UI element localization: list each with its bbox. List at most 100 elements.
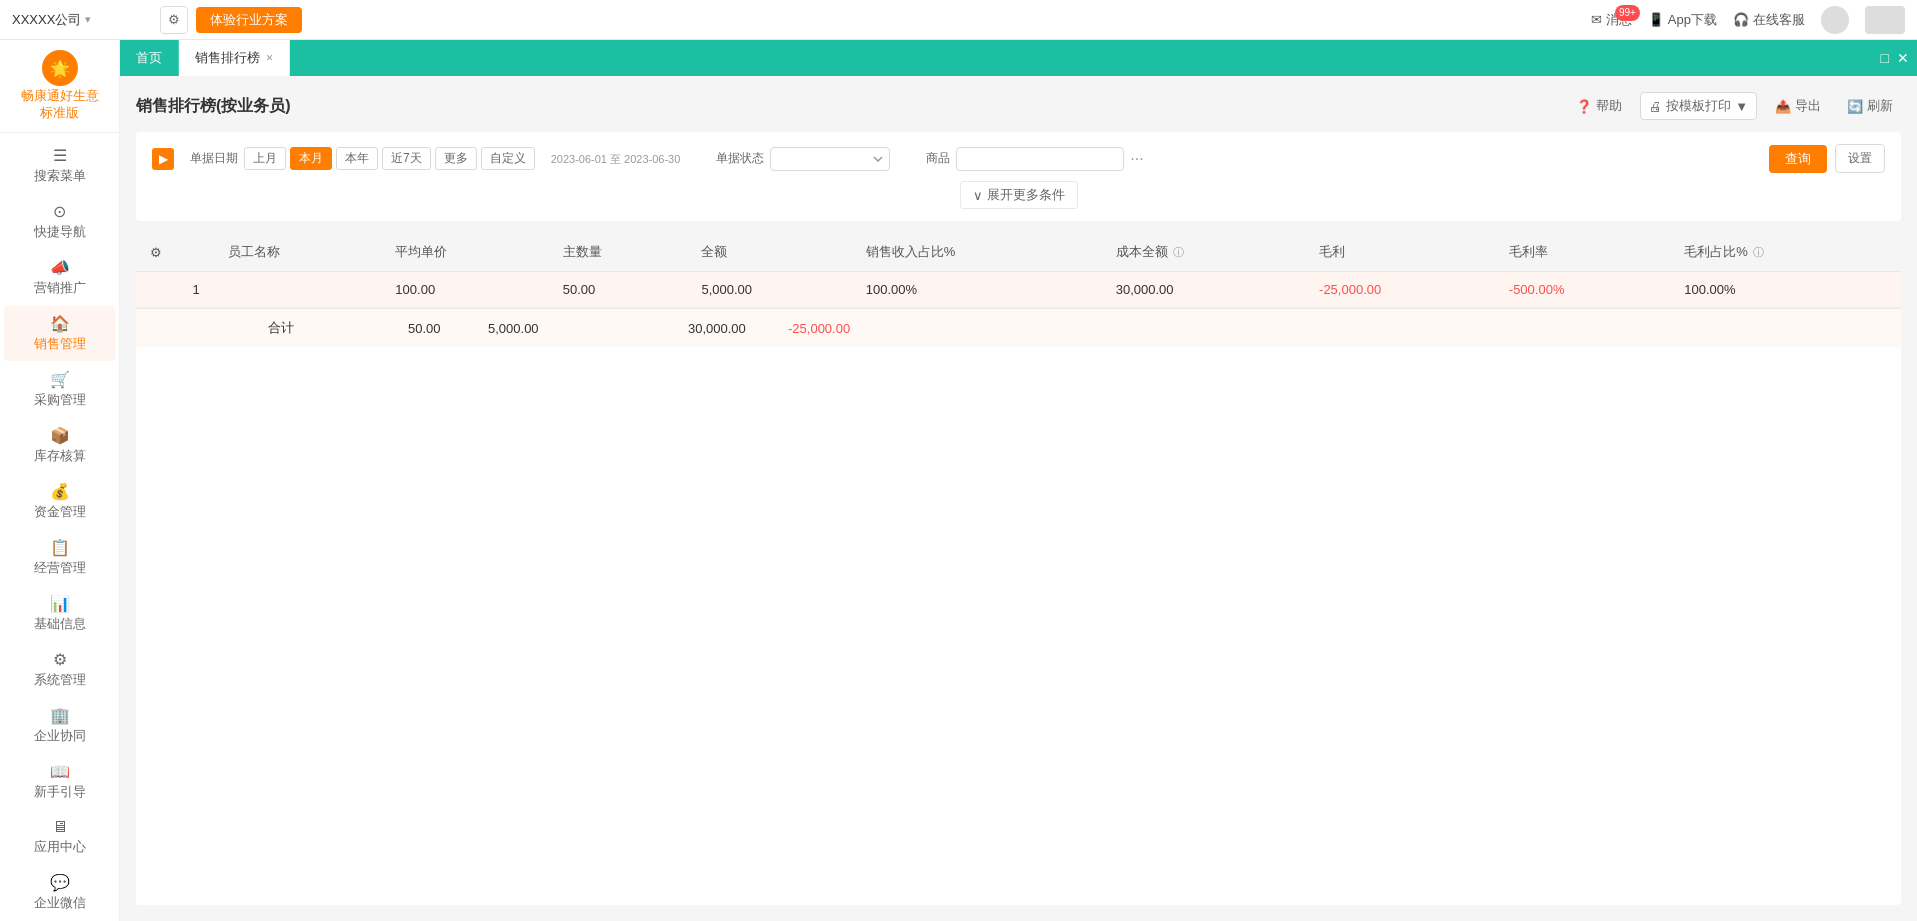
tab-home[interactable]: 首页 — [120, 40, 179, 76]
expand-more-label: 展开更多条件 — [987, 186, 1065, 204]
sidebar-item-sales[interactable]: 🏠 销售管理 — [4, 306, 115, 361]
info-icon: ⓘ — [1173, 246, 1184, 258]
expand-more-row: ∨ 展开更多条件 — [152, 181, 1885, 209]
sidebar-item-quick[interactable]: ⊙ 快捷导航 — [4, 194, 115, 249]
marketing-icon: 📣 — [50, 258, 70, 277]
col-cost-amount: 成本全额 ⓘ — [1104, 233, 1307, 272]
col-qty: 主数量 — [551, 233, 690, 272]
template-arrow-icon: ▼ — [1735, 99, 1748, 114]
company-name: XXXXX公司 — [12, 11, 81, 29]
refresh-button[interactable]: 🔄 刷新 — [1839, 93, 1901, 119]
date-range-buttons: 上月 本月 本年 近7天 更多 自定义 — [244, 147, 535, 170]
col-gear[interactable]: ⚙ — [136, 233, 176, 272]
sidebar-item-apps[interactable]: 🖥 应用中心 — [4, 810, 115, 864]
gear-icon: ⚙ — [150, 245, 162, 260]
sidebar-label-basic: 基础信息 — [34, 615, 86, 633]
settings-icon[interactable]: ⚙ — [160, 6, 188, 34]
sidebar-item-purchase[interactable]: 🛒 采购管理 — [4, 362, 115, 417]
sidebar-label-operation: 经营管理 — [34, 559, 86, 577]
cell-qty: 50.00 — [551, 272, 690, 308]
filter-area: ▶ 单据日期 上月 本月 本年 近7天 更多 自定义 — [136, 132, 1901, 221]
window-close-icon[interactable]: ✕ — [1897, 50, 1909, 66]
operation-icon: 📋 — [50, 538, 70, 557]
sidebar-label-finance: 资金管理 — [34, 503, 86, 521]
export-button[interactable]: 📤 导出 — [1767, 93, 1829, 119]
company-selector[interactable]: XXXXX公司 ▾ — [12, 11, 152, 29]
sidebar-item-basic[interactable]: 📊 基础信息 — [4, 586, 115, 641]
page-header: 销售排行榜(按业务员) ❓ 帮助 🖨 按模板打印 ▼ 📤 导出 — [136, 92, 1901, 120]
system-icon: ⚙ — [53, 650, 67, 669]
main-layout: 🌟 畅康通好生意 标准版 ☰ 搜索菜单 ⊙ 快捷导航 📣 营销推广 🏠 销 — [0, 40, 1917, 921]
date-btn-this-year[interactable]: 本年 — [336, 147, 378, 170]
window-minimize-icon[interactable]: □ — [1881, 50, 1889, 66]
chevron-down-icon: ∨ — [973, 188, 983, 203]
sidebar-item-enterprise[interactable]: 🏢 企业协同 — [4, 698, 115, 753]
sidebar-label-inventory: 库存核算 — [34, 447, 86, 465]
cell-gross-rate: -500.00% — [1497, 272, 1672, 308]
service-label: 在线客服 — [1753, 11, 1805, 29]
trial-button[interactable]: 体验行业方案 — [196, 7, 302, 33]
sidebar-item-inventory[interactable]: 📦 库存核算 — [4, 418, 115, 473]
sidebar-item-search[interactable]: ☰ 搜索菜单 — [4, 138, 115, 193]
sidebar-item-guide[interactable]: 📖 新手引导 — [4, 754, 115, 809]
search-icon: ☰ — [53, 146, 67, 165]
service-button[interactable]: 🎧 在线客服 — [1733, 11, 1805, 29]
sidebar-label-guide: 新手引导 — [34, 783, 86, 801]
sidebar-label-wechat: 企业微信 — [34, 894, 86, 912]
query-button[interactable]: 查询 — [1769, 145, 1827, 173]
message-button[interactable]: ✉ 消息 99+ — [1591, 11, 1632, 29]
date-btn-custom[interactable]: 自定义 — [481, 147, 535, 170]
wechat-icon: 💬 — [50, 873, 70, 892]
phone-icon: 📱 — [1648, 12, 1664, 27]
data-table: ⚙ 员工名称 平均单价 主数量 — [136, 233, 1901, 308]
guide-icon: 📖 — [50, 762, 70, 781]
app-download-button[interactable]: 📱 App下载 — [1648, 11, 1717, 29]
col-rank — [176, 233, 216, 272]
tab-sales-ranking[interactable]: 销售排行榜 × — [179, 40, 290, 76]
content-area: 首页 销售排行榜 × □ ✕ 销售排行榜(按业务员) ❓ 帮助 — [120, 40, 1917, 921]
chevron-down-icon: ▾ — [85, 13, 91, 26]
footer-amount: 5,000.00 — [488, 321, 588, 336]
sidebar-item-finance[interactable]: 💰 资金管理 — [4, 474, 115, 529]
table-container: ⚙ 员工名称 平均单价 主数量 — [136, 233, 1901, 905]
date-btn-7days[interactable]: 近7天 — [382, 147, 431, 170]
sidebar-nav: ☰ 搜索菜单 ⊙ 快捷导航 📣 营销推广 🏠 销售管理 🛒 采购管理 📦 库 — [0, 133, 119, 921]
more-dots[interactable]: ··· — [1130, 150, 1143, 168]
goods-input[interactable] — [956, 147, 1124, 171]
inventory-icon: 📦 — [50, 426, 70, 445]
sidebar-item-system[interactable]: ⚙ 系统管理 — [4, 642, 115, 697]
footer-cost: 30,000.00 — [688, 321, 788, 336]
message-icon: ✉ — [1591, 12, 1602, 27]
sidebar-item-wechat[interactable]: 💬 企业微信 — [4, 865, 115, 920]
headset-icon: 🎧 — [1733, 12, 1749, 27]
sidebar-item-operation[interactable]: 📋 经营管理 — [4, 530, 115, 585]
expand-more-button[interactable]: ∨ 展开更多条件 — [960, 181, 1078, 209]
page-content: 销售排行榜(按业务员) ❓ 帮助 🖨 按模板打印 ▼ 📤 导出 — [120, 76, 1917, 921]
goods-filter: 商品 ··· — [926, 147, 1143, 171]
export-label: 导出 — [1795, 97, 1821, 115]
status-select[interactable] — [770, 147, 890, 171]
col-amount: 全额 — [689, 233, 853, 272]
filter-row-main: ▶ 单据日期 上月 本月 本年 近7天 更多 自定义 — [152, 144, 1885, 173]
user-name[interactable] — [1865, 6, 1905, 34]
template-label: 按模板打印 — [1666, 97, 1731, 115]
date-range-display: 2023-06-01 至 2023-06-30 — [551, 150, 681, 167]
filter-settings-button[interactable]: 设置 — [1835, 144, 1885, 173]
cell-amount: 5,000.00 — [689, 272, 853, 308]
cell-sales-pct: 100.00% — [854, 272, 1104, 308]
col-avg-price: 平均单价 — [383, 233, 550, 272]
logo-text: 畅康通好生意 标准版 — [21, 88, 99, 122]
col-gross-rate: 毛利率 — [1497, 233, 1672, 272]
avatar[interactable] — [1821, 6, 1849, 34]
tab-close-icon[interactable]: × — [266, 51, 273, 65]
template-print-button[interactable]: 🖨 按模板打印 ▼ — [1640, 92, 1757, 120]
table-footer: 合计 50.00 5,000.00 30,000.00 -25,000.00 — [136, 308, 1901, 347]
date-btn-last-month[interactable]: 上月 — [244, 147, 286, 170]
help-button[interactable]: ❓ 帮助 — [1568, 93, 1630, 119]
date-btn-this-month[interactable]: 本月 — [290, 147, 332, 170]
footer-gross: -25,000.00 — [788, 321, 888, 336]
date-btn-more[interactable]: 更多 — [435, 147, 477, 170]
sidebar-item-marketing[interactable]: 📣 营销推广 — [4, 250, 115, 305]
filter-expand-arrow[interactable]: ▶ — [152, 148, 174, 170]
cell-gross-profit: -25,000.00 — [1307, 272, 1497, 308]
